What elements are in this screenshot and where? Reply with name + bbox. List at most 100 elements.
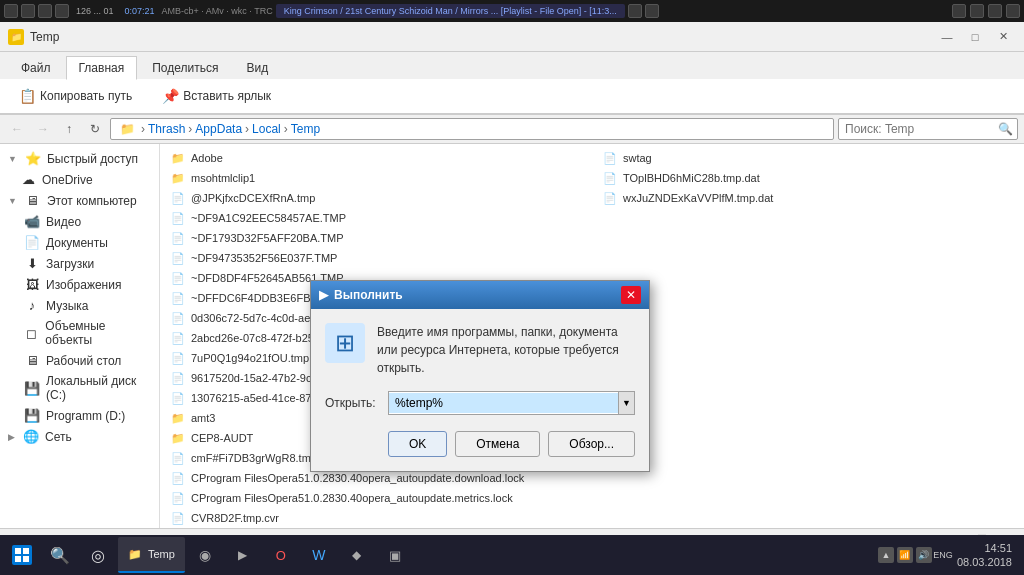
app2-taskbar-button[interactable]: ▣ [377,537,413,573]
chrome-taskbar-button[interactable]: ◉ [187,537,223,573]
list-item[interactable]: 📄~DF1793D32F5AFF20BA.TMP [164,228,588,248]
sidebar-item-video[interactable]: 📹 Видео [0,211,159,232]
dialog-ok-button[interactable]: OK [388,431,447,457]
top-right-btn2[interactable] [970,4,984,18]
dialog-body: ⊞ Введите имя программы, папки, документ… [311,309,649,471]
media-vol-btn[interactable] [628,4,642,18]
network-icon: 🌐 [23,429,39,444]
close-button[interactable]: ✕ [990,27,1016,47]
forward-button[interactable]: → [32,118,54,140]
tmp-icon: 📄 [170,450,186,466]
dialog-close-button[interactable]: ✕ [621,286,641,304]
list-item[interactable]: 📄~DF94735352F56E037F.TMP [164,248,588,268]
media-time: 0:07:21 [121,6,159,16]
tmp-icon: 📄 [170,270,186,286]
explorer-taskbar-button[interactable]: 📁 Temp [118,537,185,573]
top-right-btn3[interactable] [988,4,1002,18]
cortana-button[interactable]: ◎ [80,537,116,573]
explorer-taskbar-label: Temp [148,548,175,560]
sidebar-item-onedrive[interactable]: ☁ OneDrive [0,169,159,190]
sidebar-item-docs[interactable]: 📄 Документы [0,232,159,253]
address-path[interactable]: 📁 › Thrash › AppData › Local › Temp [110,118,834,140]
sidebar-item-localc[interactable]: 💾 Локальный диск (C:) [0,371,159,405]
desktop-icon: 🖥 [24,353,40,368]
run-icon-symbol: ⊞ [335,329,355,357]
back-button[interactable]: ← [6,118,28,140]
refresh-button[interactable]: ↻ [84,118,106,140]
copy-path-button[interactable]: 📋 Копировать путь [8,83,143,109]
up-button[interactable]: ↑ [58,118,80,140]
app1-taskbar-button[interactable]: ◆ [339,537,375,573]
path-part-temp[interactable]: Temp [291,122,320,136]
sidebar-item-network[interactable]: ▶ 🌐 Сеть [0,426,159,447]
tab-home[interactable]: Главная [66,56,138,80]
dialog-top: ⊞ Введите имя программы, папки, документ… [325,323,635,377]
tray-date: 08.03.2018 [957,555,1012,569]
sidebar-item-quickaccess[interactable]: ▼ ⭐ Быстрый доступ [0,148,159,169]
paste-shortcut-button[interactable]: 📌 Вставить ярлык [151,83,282,109]
sidebar-item-3d[interactable]: ◻ Объемные объекты [0,316,159,350]
search-input[interactable] [838,118,1018,140]
copy-path-icon: 📋 [19,88,36,104]
media-eq-btn[interactable] [645,4,659,18]
sidebar-item-desktop[interactable]: 🖥 Рабочий стол [0,350,159,371]
top-right-btn1[interactable] [952,4,966,18]
tmp-icon: 📄 [170,250,186,266]
media-taskbar-button[interactable]: ▶ [225,537,261,573]
list-item[interactable]: 📄wxJuZNDExKaVVPlfM.tmp.dat [596,188,1020,208]
tab-file[interactable]: Файл [8,56,64,79]
list-item[interactable]: 📁msohtmlclip1 [164,168,588,188]
sidebar-label-music: Музыка [46,299,88,313]
dialog-cancel-button[interactable]: Отмена [455,431,540,457]
list-item[interactable]: 📁Adobe [164,148,588,168]
media-stop-btn[interactable] [55,4,69,18]
dialog-dropdown-button[interactable]: ▼ [618,392,634,414]
minimize-button[interactable]: — [934,27,960,47]
list-item[interactable]: 📄@JPKjfxcDCEXfRnA.tmp [164,188,588,208]
sidebar-item-music[interactable]: ♪ Музыка [0,295,159,316]
3d-icon: ◻ [24,326,39,341]
tab-view[interactable]: Вид [233,56,281,79]
downloads-icon: ⬇ [24,256,40,271]
copy-path-label: Копировать путь [40,89,132,103]
sidebar-item-thispc[interactable]: ▼ 🖥 Этот компьютер [0,190,159,211]
dialog-title-bar: ▶ Выполнить ✕ [311,281,649,309]
path-arrow: 📁 [120,122,135,136]
media-prev-btn[interactable] [4,4,18,18]
sidebar-item-pictures[interactable]: 🖼 Изображения [0,274,159,295]
start-icon [12,545,32,565]
tray-icon-network: 📶 [897,547,913,563]
path-part-local[interactable]: Local [252,122,281,136]
dialog-open-input[interactable] [389,393,618,413]
folder-icon: 📁 [170,430,186,446]
tray-icon-lang: ENG [935,547,951,563]
sidebar-label-3d: Объемные объекты [45,319,151,347]
list-item[interactable]: 📄~DF9A1C92EEC58457AE.TMP [164,208,588,228]
opera-taskbar-button[interactable]: O [263,537,299,573]
title-bar: 📁 Temp — □ ✕ [0,22,1024,52]
list-item[interactable]: 📄CProgram FilesOpera51.0.2830.40opera_au… [164,488,588,508]
word-taskbar-button[interactable]: W [301,537,337,573]
thispc-icon: 🖥 [25,193,41,208]
explorer-taskbar-icon: 📁 [128,548,142,561]
path-part-appdata[interactable]: AppData [195,122,242,136]
ribbon-tabs: Файл Главная Поделиться Вид [0,52,1024,79]
sidebar-item-programd[interactable]: 💾 Programm (D:) [0,405,159,426]
dialog-description: Введите имя программы, папки, документа … [377,323,635,377]
search-taskbar-button[interactable]: 🔍 [42,537,78,573]
tray-time: 14:51 [957,541,1012,555]
top-right-btn4[interactable] [1006,4,1020,18]
media-play-btn[interactable] [21,4,35,18]
list-item[interactable]: 📄TOplBHD6hMiC28b.tmp.dat [596,168,1020,188]
docs-icon: 📄 [24,235,40,250]
path-sep1: › [141,122,145,136]
list-item[interactable]: 📄CVR8D2F.tmp.cvr [164,508,588,528]
tab-share[interactable]: Поделиться [139,56,231,79]
maximize-button[interactable]: □ [962,27,988,47]
dialog-browse-button[interactable]: Обзор... [548,431,635,457]
sidebar-item-downloads[interactable]: ⬇ Загрузки [0,253,159,274]
list-item[interactable]: 📄swtag [596,148,1020,168]
path-part-thrash[interactable]: Thrash [148,122,185,136]
start-button[interactable] [4,537,40,573]
media-next-btn[interactable] [38,4,52,18]
